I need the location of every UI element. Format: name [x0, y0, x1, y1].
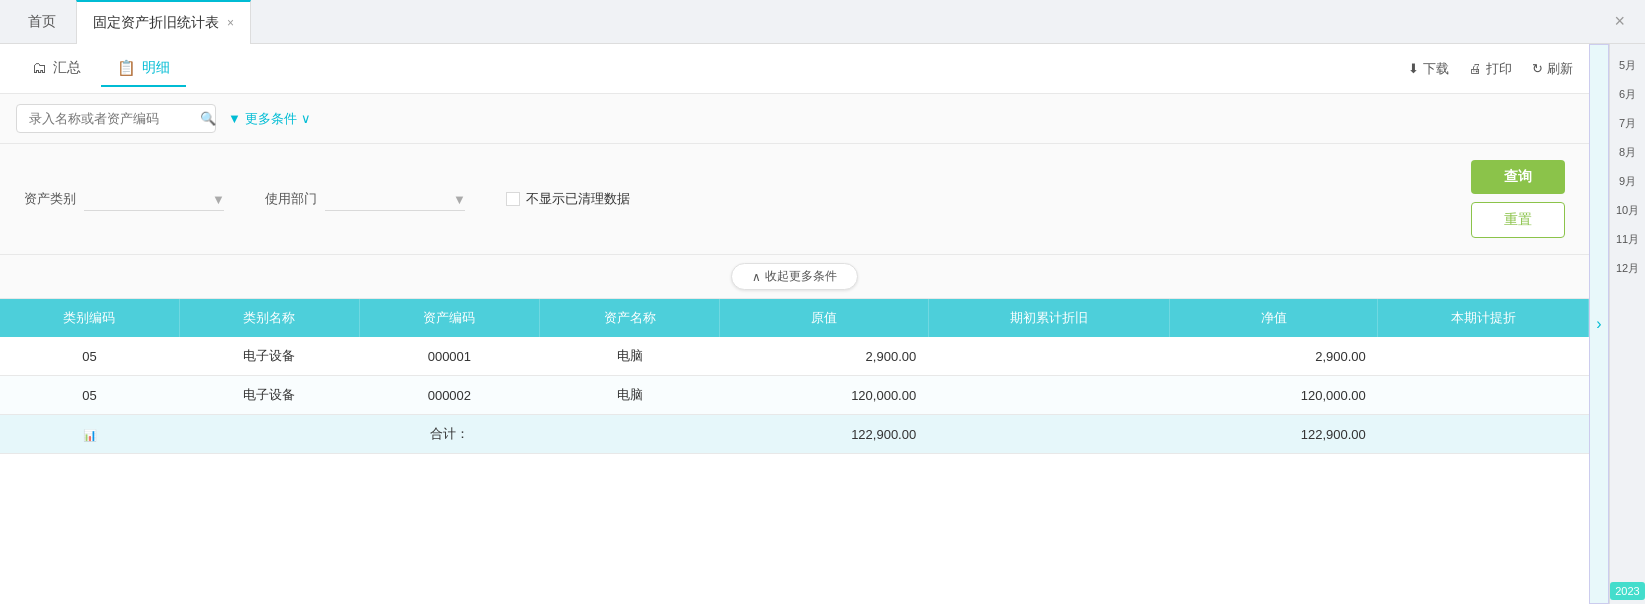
filter-row: 资产类别 ▼ 使用部门 ▼ 不显示已清理数据 [24, 160, 1565, 238]
col-header-category-name: 类别名称 [179, 299, 359, 337]
cell-category-name: 电子设备 [179, 376, 359, 415]
asset-category-filter: 资产类别 ▼ [24, 187, 225, 211]
filter-bar: 🔍 ▼ 更多条件 ∨ [0, 94, 1589, 144]
collapse-label: 收起更多条件 [765, 268, 837, 285]
cell-original-value: 2,900.00 [720, 337, 929, 376]
table-row: 05 电子设备 000001 电脑 2,900.00 2,900.00 [0, 337, 1589, 376]
chevron-up-icon: ∧ [752, 270, 761, 284]
print-action[interactable]: 🖨 打印 [1469, 60, 1512, 78]
toolbar-actions: ⬇ 下载 🖨 打印 ↻ 刷新 [1408, 60, 1573, 78]
refresh-label: 刷新 [1547, 60, 1573, 78]
sidebar-month-item[interactable]: 5月 [1619, 52, 1636, 79]
total-original-value: 122,900.00 [720, 415, 929, 454]
total-accumulated-dep [928, 415, 1169, 454]
hide-cleared-checkbox-item[interactable]: 不显示已清理数据 [506, 190, 630, 208]
data-table: 类别编码 类别名称 资产编码 资产名称 原值 期初累计折旧 净值 本期计提折 0… [0, 299, 1589, 454]
cell-asset-name: 电脑 [539, 376, 719, 415]
tab-bar: 首页 固定资产折旧统计表 × × [0, 0, 1645, 44]
col-header-asset-name: 资产名称 [539, 299, 719, 337]
download-action[interactable]: ⬇ 下载 [1408, 60, 1449, 78]
sidebar-month-item[interactable]: 6月 [1619, 81, 1636, 108]
tab-close-icon[interactable]: × [227, 16, 234, 30]
refresh-action[interactable]: ↻ 刷新 [1532, 60, 1573, 78]
sidebar-month-item[interactable]: 10月 [1616, 197, 1639, 224]
tab-detail-label: 明细 [142, 59, 170, 77]
asset-category-select[interactable] [84, 187, 224, 211]
collapse-button[interactable]: ∧ 收起更多条件 [731, 263, 858, 290]
cell-category-code: 05 [0, 376, 179, 415]
chevron-down-icon: ∨ [301, 111, 311, 126]
table-header-row: 类别编码 类别名称 资产编码 资产名称 原值 期初累计折旧 净值 本期计提折 [0, 299, 1589, 337]
more-conditions-button[interactable]: ▼ 更多条件 ∨ [228, 110, 311, 128]
total-net-value: 122,900.00 [1169, 415, 1378, 454]
total-current-dep [1378, 415, 1589, 454]
col-header-category-code: 类别编码 [0, 299, 179, 337]
sidebar-month-item[interactable]: 7月 [1619, 110, 1636, 137]
left-panel: 🗂 汇总 📋 明细 ⬇ 下载 🖨 打印 ↻ 刷新 [0, 44, 1589, 604]
query-button[interactable]: 查询 [1471, 160, 1565, 194]
table-total-row: 📊 合计： 122,900.00 122,900.00 [0, 415, 1589, 454]
cell-asset-code: 000001 [359, 337, 539, 376]
tab-summary-label: 汇总 [53, 59, 81, 77]
cell-category-code: 05 [0, 337, 179, 376]
total-label-cell: 合计： [179, 415, 720, 454]
cell-accumulated-dep [928, 337, 1169, 376]
sidebar-month-item[interactable]: 12月 [1616, 255, 1639, 282]
use-department-select[interactable] [325, 187, 465, 211]
window-close-button[interactable]: × [1606, 7, 1633, 36]
use-department-label: 使用部门 [265, 190, 317, 208]
col-header-current-dep: 本期计提折 [1378, 299, 1589, 337]
print-label: 打印 [1486, 60, 1512, 78]
expand-arrow[interactable]: › [1589, 44, 1609, 604]
reset-button[interactable]: 重置 [1471, 202, 1565, 238]
tab-detail[interactable]: 📋 明细 [101, 51, 186, 87]
hide-cleared-checkbox[interactable] [506, 192, 520, 206]
print-icon: 🖨 [1469, 61, 1482, 76]
cell-accumulated-dep [928, 376, 1169, 415]
sidebar-month-item[interactable]: 8月 [1619, 139, 1636, 166]
filter-actions: 查询 重置 [1471, 160, 1565, 238]
tab-active-label: 固定资产折旧统计表 [93, 14, 219, 32]
sidebar-year-badge[interactable]: 2023 [1610, 582, 1644, 600]
cell-net-value: 120,000.00 [1169, 376, 1378, 415]
cell-net-value: 2,900.00 [1169, 337, 1378, 376]
main-content: 🗂 汇总 📋 明细 ⬇ 下载 🖨 打印 ↻ 刷新 [0, 44, 1645, 604]
sidebar-month-item[interactable]: 11月 [1616, 226, 1639, 253]
use-department-filter: 使用部门 ▼ [265, 187, 466, 211]
col-header-asset-code: 资产编码 [359, 299, 539, 337]
cell-original-value: 120,000.00 [720, 376, 929, 415]
cell-current-dep [1378, 337, 1589, 376]
asset-category-label: 资产类别 [24, 190, 76, 208]
cell-current-dep [1378, 376, 1589, 415]
more-conditions-label: 更多条件 [245, 110, 297, 128]
collapse-bar: ∧ 收起更多条件 [0, 255, 1589, 299]
cell-asset-code: 000002 [359, 376, 539, 415]
table-row: 05 电子设备 000002 电脑 120,000.00 120,000.00 [0, 376, 1589, 415]
advanced-filter: 资产类别 ▼ 使用部门 ▼ 不显示已清理数据 [0, 144, 1589, 255]
toolbar: 🗂 汇总 📋 明细 ⬇ 下载 🖨 打印 ↻ 刷新 [0, 44, 1589, 94]
cell-category-name: 电子设备 [179, 337, 359, 376]
sidebar-month-item[interactable]: 9月 [1619, 168, 1636, 195]
search-icon[interactable]: 🔍 [200, 111, 216, 126]
search-input[interactable] [16, 104, 216, 133]
tab-summary[interactable]: 🗂 汇总 [16, 51, 97, 87]
col-header-original-value: 原值 [720, 299, 929, 337]
hide-cleared-label: 不显示已清理数据 [526, 190, 630, 208]
tab-home[interactable]: 首页 [12, 0, 72, 44]
col-header-net-value: 净值 [1169, 299, 1378, 337]
cell-asset-name: 电脑 [539, 337, 719, 376]
layers-icon: 🗂 [32, 59, 47, 76]
download-label: 下载 [1423, 60, 1449, 78]
download-icon: ⬇ [1408, 61, 1419, 76]
refresh-icon: ↻ [1532, 61, 1543, 76]
table-container: 类别编码 类别名称 资产编码 资产名称 原值 期初累计折旧 净值 本期计提折 0… [0, 299, 1589, 604]
right-sidebar: 5月6月7月8月9月10月11月12月 2023 [1609, 44, 1645, 604]
col-header-accumulated-dep: 期初累计折旧 [928, 299, 1169, 337]
total-icon-cell: 📊 [0, 415, 179, 454]
detail-icon: 📋 [117, 59, 136, 77]
tab-active[interactable]: 固定资产折旧统计表 × [76, 0, 251, 44]
filter-icon: ▼ [228, 111, 241, 126]
